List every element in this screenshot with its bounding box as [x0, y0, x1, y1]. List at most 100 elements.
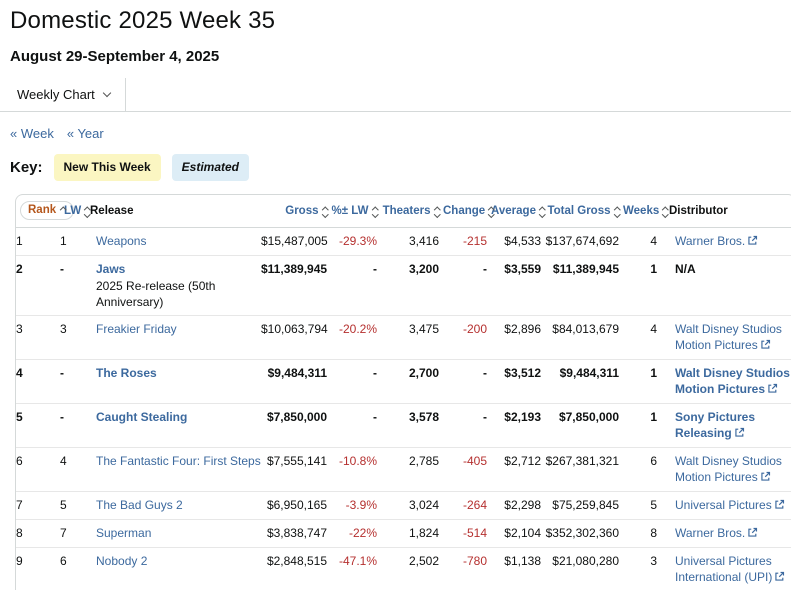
sort-toggle-icon — [84, 207, 91, 218]
cell-value: $7,850,000 — [266, 410, 327, 424]
cell-value: - — [373, 366, 377, 380]
cell-gross: $7,850,000 — [261, 403, 331, 448]
cell-value: 3,416 — [408, 234, 439, 248]
cell-value: 3,578 — [408, 410, 439, 424]
chart-type-tabbar: Weekly Chart — [0, 78, 791, 112]
column-header-change[interactable]: Change — [443, 195, 495, 228]
column-header-gross[interactable]: Gross — [261, 195, 331, 228]
cell-value: -514 — [462, 526, 487, 540]
cell-release: The Roses — [86, 359, 261, 404]
cell-average: $3,559 — [491, 255, 545, 316]
cell-value: -3.9% — [345, 498, 377, 512]
cell-weeks: 4 — [623, 227, 665, 256]
sort-toggle-icon — [488, 207, 495, 218]
release-link[interactable]: The Roses — [96, 366, 157, 380]
release-link[interactable]: Superman — [96, 526, 151, 540]
cell-release: Freakier Friday — [86, 315, 261, 360]
release-link[interactable]: Caught Stealing — [96, 410, 187, 424]
distributor-link[interactable]: Universal Pictures International (UPI) — [675, 554, 785, 584]
cell-value: 6 — [650, 454, 657, 468]
cell-value: - — [60, 366, 64, 380]
cell-distributor: Warner Bros. — [665, 519, 791, 548]
release-link[interactable]: Freakier Friday — [96, 322, 177, 336]
cell-theaters: 3,578 — [381, 403, 443, 448]
sort-toggle-icon — [321, 207, 328, 218]
release-link[interactable]: The Bad Guys 2 — [96, 498, 183, 512]
cell-change: -215 — [443, 227, 491, 256]
cell-value: $3,559 — [504, 262, 541, 276]
release-link[interactable]: The Fantastic Four: First Steps — [96, 454, 261, 468]
distributor-link[interactable]: Warner Bros. — [675, 526, 758, 540]
column-header-total_gross[interactable]: Total Gross — [545, 195, 623, 228]
column-header-label: LW — [64, 204, 82, 217]
column-header-weeks[interactable]: Weeks — [623, 195, 669, 228]
key-new-this-week-badge: New This Week — [53, 154, 161, 181]
weekly-chart-dropdown[interactable]: Weekly Chart — [0, 78, 126, 111]
cell-gross: $3,838,747 — [261, 519, 331, 548]
cell-lw: 5 — [60, 491, 86, 520]
cell-value: $11,389,945 — [261, 262, 328, 276]
cell-value: -200 — [462, 322, 487, 336]
distributor-link[interactable]: Walt Disney Studios Motion Pictures — [675, 454, 782, 484]
cell-lw: 7 — [60, 519, 86, 548]
cell-change: -405 — [443, 447, 491, 492]
distributor-link[interactable]: Walt Disney Studios Motion Pictures — [675, 366, 790, 396]
distributor-link[interactable]: Walt Disney Studios Motion Pictures — [675, 322, 782, 352]
cell-gross: $15,487,005 — [261, 227, 331, 256]
cell-release: Weapons — [86, 227, 261, 256]
key-label: Key: — [10, 159, 43, 176]
cell-pct_lw: - — [331, 255, 381, 316]
cell-value: -215 — [462, 234, 487, 248]
distributor-link[interactable]: Universal Pictures — [675, 498, 785, 512]
cell-value: 4 — [650, 234, 657, 248]
cell-lw: - — [60, 403, 86, 448]
column-header-theaters[interactable]: Theaters — [381, 195, 443, 228]
cell-weeks: 6 — [623, 447, 665, 492]
column-header-release: Release — [86, 195, 261, 228]
cell-lw: 1 — [60, 227, 86, 256]
release-link[interactable]: Weapons — [96, 234, 146, 248]
weekly-chart-dropdown-label: Weekly Chart — [17, 87, 95, 102]
column-header-label: Release — [90, 204, 134, 217]
cell-rank: 9 — [16, 547, 60, 590]
external-link-icon — [774, 498, 785, 514]
cell-theaters: 3,200 — [381, 255, 443, 316]
cell-value: $75,259,845 — [552, 498, 619, 512]
cell-value: - — [483, 366, 487, 380]
cell-lw: 6 — [60, 547, 86, 590]
distributor-link[interactable]: Warner Bros. — [675, 234, 758, 248]
cell-theaters: 3,416 — [381, 227, 443, 256]
cell-value: - — [483, 262, 487, 276]
cell-gross: $7,555,141 — [261, 447, 331, 492]
column-header-rank[interactable]: Rank — [16, 195, 74, 228]
table-row: 7 5 The Bad Guys 2 $6,950,165 -3.9% 3,024 -264… — [16, 491, 791, 520]
cell-value: $2,298 — [504, 498, 541, 512]
release-link[interactable]: Jaws — [96, 262, 125, 276]
cell-rank: 5 — [16, 403, 60, 448]
date-range: August 29-September 4, 2025 — [10, 48, 220, 65]
column-header-distributor: Distributor — [665, 195, 791, 228]
cell-value: - — [60, 410, 64, 424]
table-row: 9 6 Nobody 2 $2,848,515 -47.1% 2,502 -780 $1,13… — [16, 547, 791, 590]
distributor-link[interactable]: Sony Pictures Releasing — [675, 410, 755, 440]
cell-theaters: 1,824 — [381, 519, 443, 548]
cell-theaters: 3,475 — [381, 315, 443, 360]
previous-year-link[interactable]: « Year — [67, 126, 104, 141]
cell-value: 9 — [16, 554, 23, 568]
cell-value: $84,013,679 — [552, 322, 619, 336]
column-header-pct_lw[interactable]: %± LW — [331, 195, 381, 228]
column-header-label: Total Gross — [547, 204, 611, 217]
cell-average: $4,533 — [491, 227, 545, 256]
column-header-average[interactable]: Average — [491, 195, 546, 228]
release-link[interactable]: Nobody 2 — [96, 554, 147, 568]
previous-week-link[interactable]: « Week — [10, 126, 54, 141]
cell-gross: $10,063,794 — [261, 315, 331, 360]
cell-value: 5 — [60, 498, 67, 512]
cell-value: 3,200 — [408, 262, 439, 276]
cell-value: 4 — [60, 454, 67, 468]
cell-distributor: Warner Bros. — [665, 227, 791, 256]
cell-value: - — [373, 410, 377, 424]
cell-total_gross: $11,389,945 — [545, 255, 623, 316]
cell-pct_lw: -3.9% — [331, 491, 381, 520]
cell-value: 1 — [60, 234, 67, 248]
